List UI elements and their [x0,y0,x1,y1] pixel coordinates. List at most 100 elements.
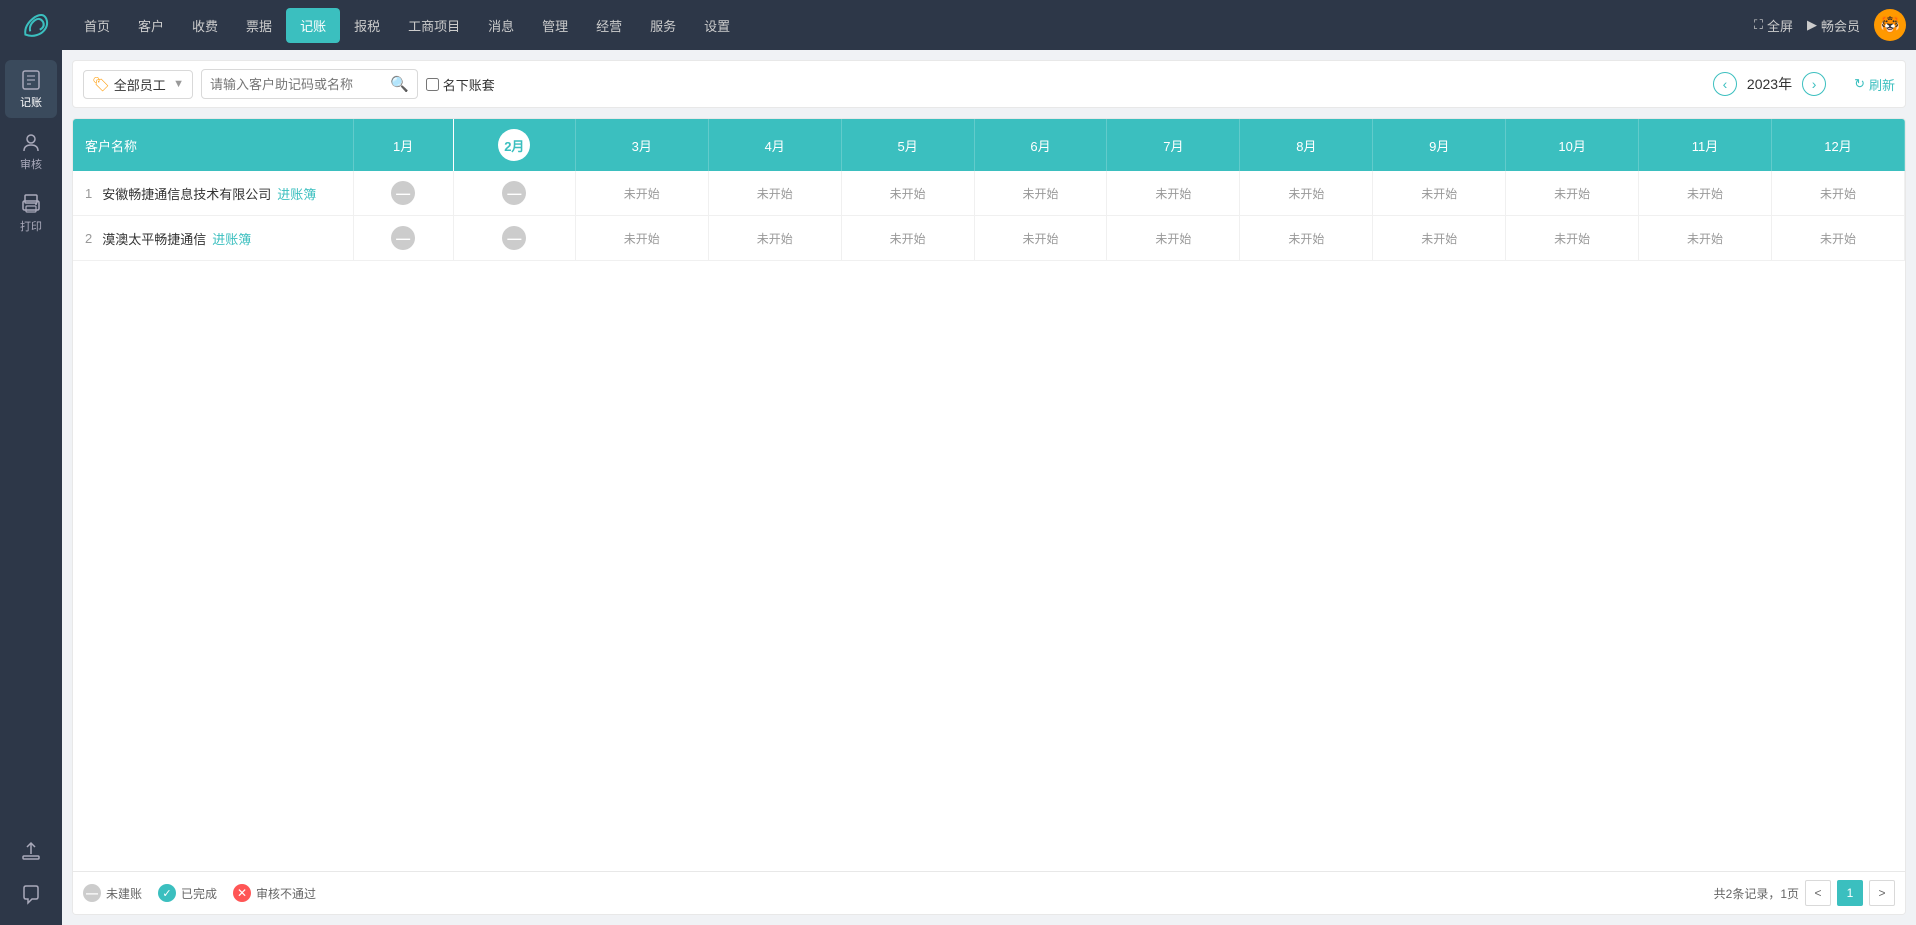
nav-item-tax[interactable]: 报税 [340,8,394,43]
row2-dec-status: 未开始 [1820,232,1856,246]
sidebar-item-audit[interactable]: 审核 [5,122,57,180]
row2-mar: 未开始 [575,216,708,261]
row2-aug-status: 未开始 [1288,232,1324,246]
col-may: 5月 [841,119,974,171]
search-input[interactable] [202,72,382,97]
pagination: 共2条记录，1页 < 1 > [1714,880,1895,906]
main-table-wrapper: 客户名称 1月 2月 3月 4月 5月 6月 7月 8月 9月 10月 11月 [72,118,1906,915]
nav-item-message[interactable]: 消息 [474,8,528,43]
year-navigation: ‹ 2023年 › [1713,72,1826,96]
col-feb: 2月 [453,119,575,171]
sidebar-label-audit: 审核 [20,156,42,172]
search-button[interactable]: 🔍 [382,70,417,98]
legend-rejected-label: 审核不通过 [256,885,316,902]
active-month-circle: 2月 [498,129,530,161]
col-dec: 12月 [1772,119,1905,171]
table-footer: — 未建账 ✓ 已完成 ✕ 审核不通过 共2条记录，1页 < [73,871,1905,914]
refresh-icon: ↻ [1854,76,1865,92]
row1-aug-status: 未开始 [1288,187,1324,201]
sidebar-bottom [5,831,57,925]
row1-apr: 未开始 [708,171,841,216]
col-nov: 11月 [1639,119,1772,171]
row2-feb-status: — [502,226,526,250]
row1-name: 安徽畅捷通信息技术有限公司 [102,184,271,203]
row1-aug: 未开始 [1240,171,1373,216]
row1-jul-status: 未开始 [1155,187,1191,201]
page-total-info: 共2条记录，1页 [1714,885,1799,902]
col-apr: 4月 [708,119,841,171]
legend-completed-label: 已完成 [181,885,217,902]
nav-item-accounting[interactable]: 记账 [286,8,340,43]
refresh-button[interactable]: ↻ 刷新 [1854,75,1895,94]
employee-select[interactable]: 🏷 全部员工 ▼ [83,70,193,99]
col-mar: 3月 [575,119,708,171]
row2-jul-status: 未开始 [1155,232,1191,246]
row1-jan-status: — [391,181,415,205]
content-area: 🏷 全部员工 ▼ 🔍 名下账套 ‹ 2023年 › ↻ 刷新 [62,50,1916,925]
sidebar-label-print: 打印 [20,218,42,234]
row1-apr-status: 未开始 [757,187,793,201]
row1-jul: 未开始 [1107,171,1240,216]
vip-button[interactable]: ▶ 畅会员 [1807,16,1860,35]
top-nav-right: ⛶ 全屏 ▶ 畅会员 🐯 [1754,9,1906,41]
row2-sep-status: 未开始 [1421,232,1457,246]
prev-year-button[interactable]: ‹ [1713,72,1737,96]
row2-may: 未开始 [841,216,974,261]
print-icon [19,192,43,216]
fullscreen-icon: ⛶ [1754,17,1763,33]
toolbar: 🏷 全部员工 ▼ 🔍 名下账套 ‹ 2023年 › ↻ 刷新 [72,60,1906,108]
fullscreen-label: 全屏 [1767,16,1793,35]
next-year-button[interactable]: › [1802,72,1826,96]
sidebar-item-chat[interactable] [5,875,57,915]
nav-items: 首页 客户 收费 票据 记账 报税 工商项目 消息 管理 经营 服务 设置 [70,8,1754,43]
logo [10,9,60,41]
nav-item-home[interactable]: 首页 [70,8,124,43]
accounting-icon [19,68,43,92]
employee-icon: 🏷 [92,76,110,93]
table-row: 1 安徽畅捷通信息技术有限公司 进账簿 — — 未开始 未开始 未开始 未开始 [73,171,1905,216]
row1-enter-link[interactable]: 进账簿 [277,184,316,203]
row2-enter-link[interactable]: 进账簿 [212,229,251,248]
customer-name-wrapper2: 2 漠澳太平畅捷通信 进账簿 [85,229,347,248]
col-customer-name: 客户名称 [73,119,353,171]
sidebar-item-upload[interactable] [5,831,57,871]
legend-completed: ✓ 已完成 [158,884,217,902]
row1-dec-status: 未开始 [1820,187,1856,201]
sidebar-item-accounting[interactable]: 记账 [5,60,57,118]
nav-item-manage[interactable]: 管理 [528,8,582,43]
myaccounts-checkbox[interactable] [426,78,439,91]
logo-icon [19,9,51,41]
nav-item-operation[interactable]: 经营 [582,8,636,43]
user-avatar[interactable]: 🐯 [1874,9,1906,41]
current-page-button[interactable]: 1 [1837,880,1863,906]
row2-name: 漠澳太平畅捷通信 [102,229,206,248]
col-aug: 8月 [1240,119,1373,171]
accounts-table: 客户名称 1月 2月 3月 4月 5月 6月 7月 8月 9月 10月 11月 [73,119,1905,261]
legend-rejected: ✕ 审核不通过 [233,884,316,902]
nav-item-fee[interactable]: 收费 [178,8,232,43]
nav-item-customer[interactable]: 客户 [124,8,178,43]
checkbox-myaccounts[interactable]: 名下账套 [426,75,495,94]
row2-dec: 未开始 [1772,216,1905,261]
nav-item-settings[interactable]: 设置 [690,8,744,43]
nav-item-invoice[interactable]: 票据 [232,8,286,43]
main-layout: 记账 审核 打印 [0,50,1916,925]
col-sep: 9月 [1373,119,1506,171]
nav-item-business[interactable]: 工商项目 [394,8,474,43]
legend-not-created-label: 未建账 [106,885,142,902]
fullscreen-button[interactable]: ⛶ 全屏 [1754,16,1793,35]
nav-item-service[interactable]: 服务 [636,8,690,43]
sidebar-item-print[interactable]: 打印 [5,184,57,242]
search-wrapper: 🔍 [201,69,418,99]
next-page-button[interactable]: > [1869,880,1895,906]
col-jun: 6月 [974,119,1107,171]
audit-icon [19,130,43,154]
row2-nov: 未开始 [1639,216,1772,261]
prev-page-button[interactable]: < [1805,880,1831,906]
row2-jan-status: — [391,226,415,250]
vip-label: 畅会员 [1821,16,1860,35]
row1-nov-status: 未开始 [1687,187,1723,201]
table-row: 2 漠澳太平畅捷通信 进账簿 — — 未开始 未开始 未开始 未开始 [73,216,1905,261]
upload-icon [19,839,43,863]
row1-dec: 未开始 [1772,171,1905,216]
